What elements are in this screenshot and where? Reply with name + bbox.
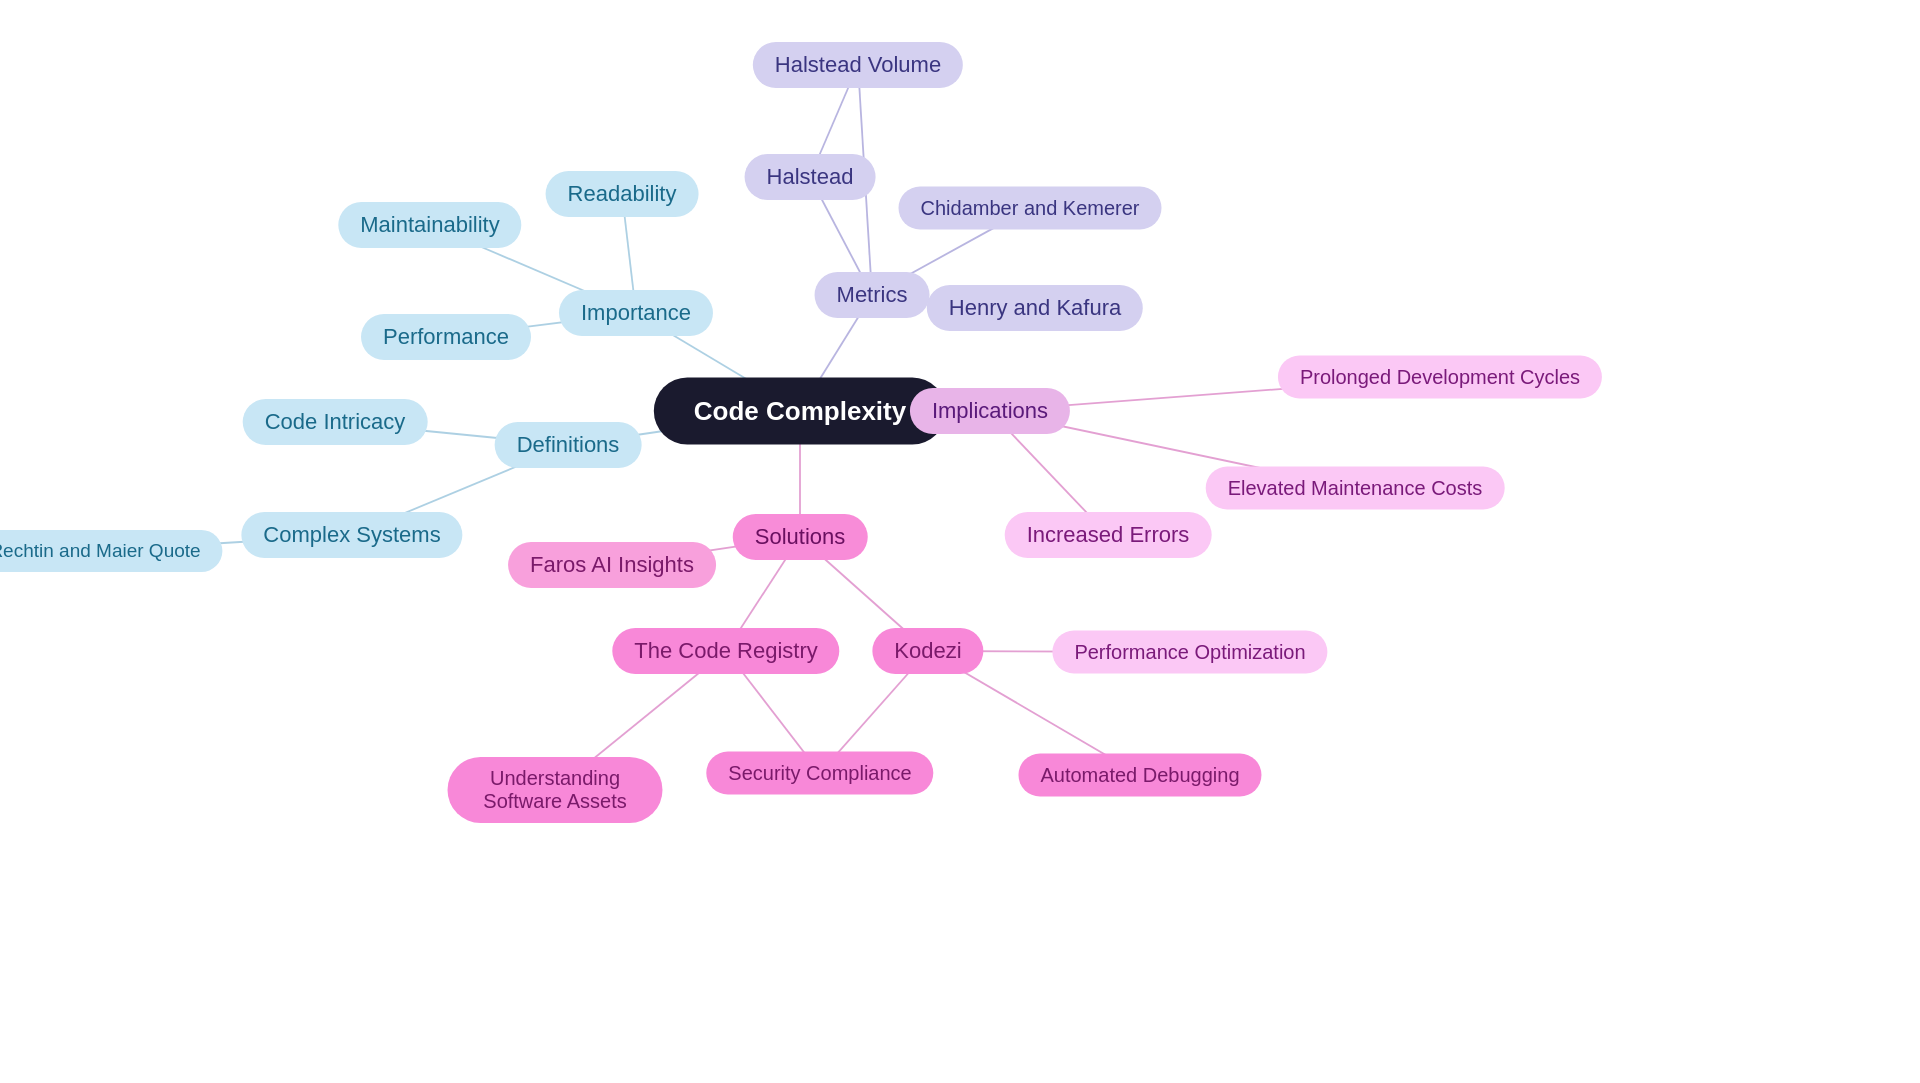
node-kodezi: Kodezi bbox=[872, 628, 983, 674]
node-increased-errors: Increased Errors bbox=[1005, 512, 1212, 558]
node-performance-opt: Performance Optimization bbox=[1052, 631, 1327, 674]
node-implications: Implications bbox=[910, 388, 1070, 434]
node-performance: Performance bbox=[361, 314, 531, 360]
node-readability: Readability bbox=[546, 171, 699, 217]
node-automated-debugging: Automated Debugging bbox=[1018, 754, 1261, 797]
node-chidamber-kemerer: Chidamber and Kemerer bbox=[899, 187, 1162, 230]
node-prolonged-dev: Prolonged Development Cycles bbox=[1278, 356, 1602, 399]
node-faros-ai: Faros AI Insights bbox=[508, 542, 716, 588]
node-maintainability: Maintainability bbox=[338, 202, 521, 248]
node-complex-systems: Complex Systems bbox=[241, 512, 462, 558]
node-code-intricacy: Code Intricacy bbox=[243, 399, 428, 445]
node-code-complexity: Code Complexity bbox=[654, 378, 946, 445]
node-solutions: Solutions bbox=[733, 514, 868, 560]
node-rechtin-quote: Rechtin and Maier Quote bbox=[0, 530, 223, 572]
node-definitions: Definitions bbox=[495, 422, 642, 468]
node-halstead: Halstead bbox=[745, 154, 876, 200]
node-security-compliance: Security Compliance bbox=[706, 752, 933, 795]
node-understanding-sw: Understanding Software Assets bbox=[448, 757, 663, 823]
node-importance: Importance bbox=[559, 290, 713, 336]
node-code-registry: The Code Registry bbox=[612, 628, 839, 674]
node-elevated-maint: Elevated Maintenance Costs bbox=[1206, 467, 1505, 510]
node-halstead-volume: Halstead Volume bbox=[753, 42, 963, 88]
node-metrics: Metrics bbox=[815, 272, 930, 318]
node-henry-kafura: Henry and Kafura bbox=[927, 285, 1143, 331]
